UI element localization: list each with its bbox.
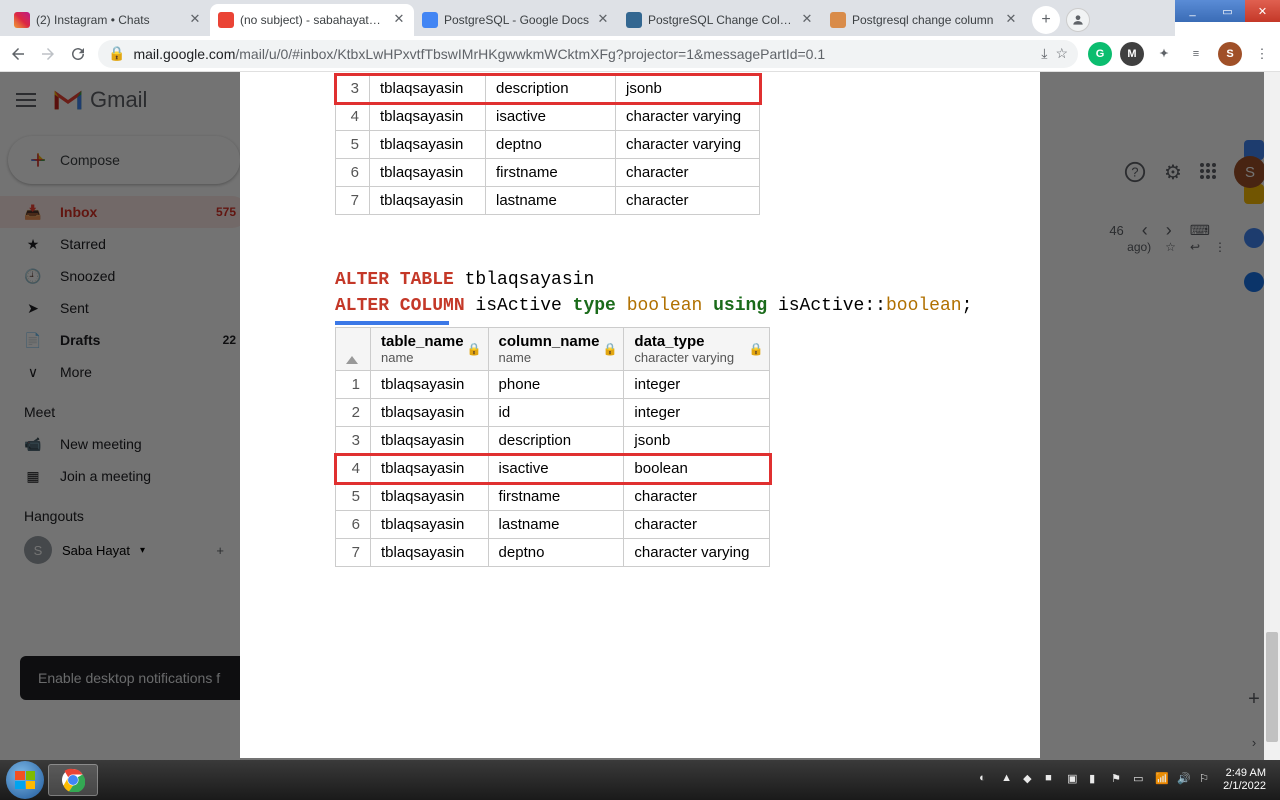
chrome-taskbar-icon[interactable] xyxy=(48,764,98,796)
tab-favicon xyxy=(422,12,438,28)
lock-icon: 🔒 xyxy=(602,342,617,356)
extension-icon[interactable]: M xyxy=(1120,42,1144,66)
reload-button[interactable] xyxy=(68,44,88,64)
clock-date: 2/1/2022 xyxy=(1223,780,1266,793)
tray-icon[interactable]: ◐ xyxy=(979,772,995,788)
table-after: table_namename🔒column_namename🔒data_type… xyxy=(335,327,770,567)
window-minimize-button[interactable]: _ xyxy=(1175,0,1210,22)
windows-taskbar: ◐ ▲ ◆ ■ ▣ ▮ ⚑ ▭ 📶 🔊 ⚐ 2:49 AM 2/1/2022 xyxy=(0,760,1280,800)
install-icon[interactable]: ⤓ xyxy=(1041,45,1047,62)
lock-icon: 🔒 xyxy=(108,45,125,62)
tray-icon[interactable]: 📶 xyxy=(1155,772,1171,788)
table-row: 3tblaqsayasindescriptionjsonb xyxy=(336,75,760,103)
tray-icon[interactable]: ▣ xyxy=(1067,772,1083,788)
table-row: 4tblaqsayasinisactivecharacter varying xyxy=(336,103,760,131)
tray-icon[interactable]: ▭ xyxy=(1133,772,1149,788)
table-row: 7tblaqsayasinlastnamecharacter xyxy=(336,187,760,215)
tab-favicon xyxy=(830,12,846,28)
table-row: 1tblaqsayasinphoneinteger xyxy=(336,371,770,399)
start-button[interactable] xyxy=(6,761,44,799)
tab-title: PostgreSQL - Google Docs xyxy=(444,13,590,27)
column-header[interactable]: data_typecharacter varying🔒 xyxy=(624,328,770,371)
window-controls: _ ▭ ✕ xyxy=(1175,0,1280,22)
address-bar: 🔒 mail.google.com/mail/u/0/#inbox/KtbxLw… xyxy=(0,36,1280,72)
table-header-row: table_namename🔒column_namename🔒data_type… xyxy=(336,328,770,371)
bookmark-star-icon[interactable]: ☆ xyxy=(1055,45,1068,62)
system-tray: ◐ ▲ ◆ ■ ▣ ▮ ⚑ ▭ 📶 🔊 ⚐ 2:49 AM 2/1/2022 xyxy=(979,767,1274,793)
table-row: 2tblaqsayasinidinteger xyxy=(336,399,770,427)
tray-icon[interactable]: ▲ xyxy=(1001,772,1017,788)
tab-favicon xyxy=(218,12,234,28)
tab-title: (no subject) - sabahayatkha xyxy=(240,13,386,27)
browser-tab[interactable]: PostgreSQL Change Column ✕ xyxy=(618,4,822,36)
tab-close-icon[interactable]: ✕ xyxy=(800,13,814,27)
scrollbar[interactable] xyxy=(1264,72,1280,760)
tab-title: (2) Instagram • Chats xyxy=(36,13,182,27)
window-maximize-button[interactable]: ▭ xyxy=(1210,0,1245,22)
tray-icon[interactable]: ◆ xyxy=(1023,772,1039,788)
table-row: 3tblaqsayasindescriptionjsonb xyxy=(336,427,770,455)
tray-icon[interactable]: ⚑ xyxy=(1111,772,1127,788)
url-field[interactable]: 🔒 mail.google.com/mail/u/0/#inbox/KtbxLw… xyxy=(98,40,1078,68)
tray-icon[interactable]: ■ xyxy=(1045,772,1061,788)
attachment-projector: 3tblaqsayasindescriptionjsonb4tblaqsayas… xyxy=(240,72,1040,758)
active-tab-indicator xyxy=(335,321,449,325)
browser-tab[interactable]: PostgreSQL - Google Docs ✕ xyxy=(414,4,618,36)
table-row: 4tblaqsayasinisactiveboolean xyxy=(336,455,770,483)
tray-icon[interactable]: ⚐ xyxy=(1199,772,1215,788)
column-header[interactable]: table_namename🔒 xyxy=(371,328,489,371)
tab-close-icon[interactable]: ✕ xyxy=(596,13,610,27)
table-row: 6tblaqsayasinlastnamecharacter xyxy=(336,511,770,539)
table-row: 7tblaqsayasindeptnocharacter varying xyxy=(336,539,770,567)
tab-favicon xyxy=(14,12,30,28)
forward-button[interactable] xyxy=(38,44,58,64)
tab-title: PostgreSQL Change Column xyxy=(648,13,794,27)
tray-icon[interactable]: ▮ xyxy=(1089,772,1105,788)
table-row: 5tblaqsayasindeptnocharacter varying xyxy=(336,131,760,159)
kebab-menu-icon[interactable]: ⋮ xyxy=(1252,44,1272,64)
extension-icon[interactable]: ✦ xyxy=(1152,42,1176,66)
url-text: mail.google.com/mail/u/0/#inbox/KtbxLwHP… xyxy=(133,46,1033,62)
column-header[interactable]: column_namename🔒 xyxy=(488,328,624,371)
tab-close-icon[interactable]: ✕ xyxy=(392,13,406,27)
clock-time: 2:49 AM xyxy=(1223,767,1266,780)
new-tab-button[interactable]: + xyxy=(1032,6,1060,34)
clock[interactable]: 2:49 AM 2/1/2022 xyxy=(1223,767,1266,793)
tab-title: Postgresql change column xyxy=(852,13,998,27)
tab-close-icon[interactable]: ✕ xyxy=(188,13,202,27)
browser-tab[interactable]: (no subject) - sabahayatkha ✕ xyxy=(210,4,414,36)
browser-tab[interactable]: Postgresql change column ✕ xyxy=(822,4,1026,36)
tray-icon[interactable]: 🔊 xyxy=(1177,772,1193,788)
chrome-user-icon[interactable] xyxy=(1066,8,1090,32)
lock-icon: 🔒 xyxy=(467,342,482,356)
profile-avatar[interactable]: S xyxy=(1218,42,1242,66)
window-close-button[interactable]: ✕ xyxy=(1245,0,1280,22)
extension-icon[interactable]: ≡ xyxy=(1184,42,1208,66)
back-button[interactable] xyxy=(8,44,28,64)
browser-tab[interactable]: (2) Instagram • Chats ✕ xyxy=(6,4,210,36)
table-row: 5tblaqsayasinfirstnamecharacter xyxy=(336,483,770,511)
table-before: 3tblaqsayasindescriptionjsonb4tblaqsayas… xyxy=(335,74,760,215)
browser-tabstrip: (2) Instagram • Chats✕(no subject) - sab… xyxy=(0,0,1175,36)
tab-favicon xyxy=(626,12,642,28)
table-row: 6tblaqsayasinfirstnamecharacter xyxy=(336,159,760,187)
sort-icon[interactable] xyxy=(346,356,358,364)
lock-icon: 🔒 xyxy=(748,342,763,356)
tab-close-icon[interactable]: ✕ xyxy=(1004,13,1018,27)
extension-icon[interactable]: G xyxy=(1088,42,1112,66)
sql-code: ALTER TABLE tblaqsayasin ALTER COLUMN is… xyxy=(335,267,1040,319)
